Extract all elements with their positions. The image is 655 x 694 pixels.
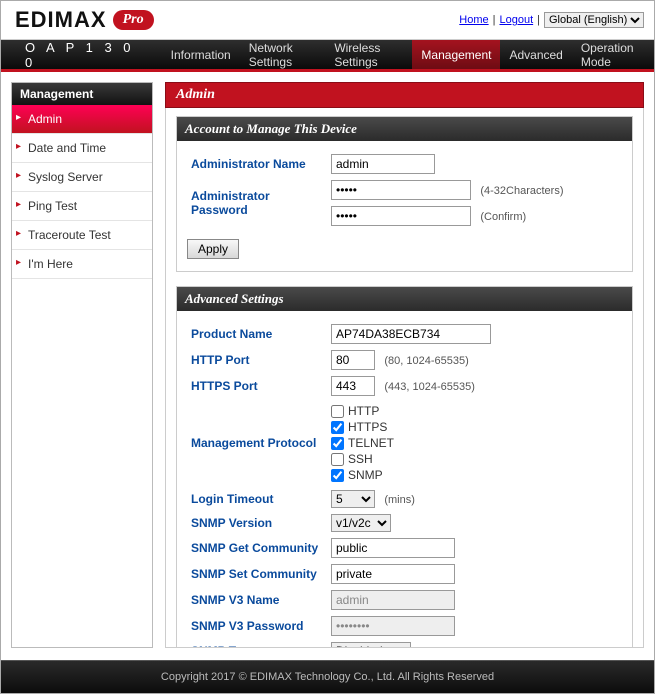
brand-text: EDIMAX bbox=[15, 7, 107, 33]
chevron-right-icon: ▸ bbox=[16, 228, 21, 239]
account-form: Administrator Name Administrator Passwor… bbox=[187, 151, 622, 229]
management-protocol-label: Management Protocol bbox=[187, 399, 327, 487]
sidebar-item-syslog[interactable]: ▸ Syslog Server bbox=[12, 163, 152, 192]
top-links: Home | Logout | Global (English) bbox=[459, 12, 644, 28]
sidebar-item-ping[interactable]: ▸ Ping Test bbox=[12, 192, 152, 221]
nav-items: Information Network Settings Wireless Se… bbox=[162, 40, 654, 69]
main-nav: O A P 1 3 0 0 Information Network Settin… bbox=[1, 40, 654, 72]
separator: | bbox=[493, 14, 496, 26]
chevron-right-icon: ▸ bbox=[16, 170, 21, 181]
snmp-v3-name-label: SNMP V3 Name bbox=[187, 587, 327, 613]
chevron-right-icon: ▸ bbox=[16, 112, 21, 123]
https-port-label: HTTPS Port bbox=[187, 373, 327, 399]
proto-snmp-label: SNMP bbox=[348, 468, 383, 482]
proto-ssh-label: SSH bbox=[348, 452, 373, 466]
proto-http-label: HTTP bbox=[348, 404, 379, 418]
section-title: Account to Manage This Device bbox=[177, 117, 632, 141]
section-title: Advanced Settings bbox=[177, 287, 632, 311]
admin-name-input[interactable] bbox=[331, 154, 435, 174]
http-port-hint: (80, 1024-65535) bbox=[384, 355, 468, 367]
sidebar-item-label: Date and Time bbox=[28, 141, 106, 155]
sidebar-item-label: Admin bbox=[28, 112, 62, 126]
footer: Copyright 2017 © EDIMAX Technology Co., … bbox=[1, 660, 654, 693]
password-confirm-hint: (Confirm) bbox=[480, 211, 526, 223]
admin-password-input[interactable] bbox=[331, 180, 471, 200]
scroll-area[interactable]: Account to Manage This Device Administra… bbox=[165, 108, 644, 648]
account-section: Account to Manage This Device Administra… bbox=[176, 116, 633, 272]
nav-advanced[interactable]: Advanced bbox=[500, 40, 571, 69]
advanced-section: Advanced Settings Product Name HTTP Port bbox=[176, 286, 633, 648]
snmp-set-community-label: SNMP Set Community bbox=[187, 561, 327, 587]
home-link[interactable]: Home bbox=[459, 14, 488, 26]
snmp-get-community-input[interactable] bbox=[331, 538, 455, 558]
proto-https-checkbox[interactable] bbox=[331, 421, 344, 434]
chevron-right-icon: ▸ bbox=[16, 141, 21, 152]
content: Admin Account to Manage This Device Admi… bbox=[165, 82, 644, 648]
snmp-v3-password-input bbox=[331, 616, 455, 636]
snmp-trap-select[interactable]: Disabled bbox=[331, 642, 411, 648]
sidebar-item-datetime[interactable]: ▸ Date and Time bbox=[12, 134, 152, 163]
language-select[interactable]: Global (English) bbox=[544, 12, 644, 28]
admin-password-label: Administrator Password bbox=[187, 177, 327, 229]
https-port-input[interactable] bbox=[331, 376, 375, 396]
topbar: EDIMAX Pro Home | Logout | Global (Engli… bbox=[1, 1, 654, 40]
proto-http-checkbox[interactable] bbox=[331, 405, 344, 418]
logout-link[interactable]: Logout bbox=[499, 14, 533, 26]
advanced-form: Product Name HTTP Port (80, 1024-65535) bbox=[187, 321, 622, 648]
nav-wireless-settings[interactable]: Wireless Settings bbox=[325, 40, 412, 69]
admin-name-label: Administrator Name bbox=[187, 151, 327, 177]
snmp-v3-name-input bbox=[331, 590, 455, 610]
proto-ssh-checkbox[interactable] bbox=[331, 453, 344, 466]
product-name-input[interactable] bbox=[331, 324, 491, 344]
page-title: Admin bbox=[165, 82, 644, 108]
snmp-trap-label: SNMP Trap bbox=[187, 639, 327, 648]
chevron-right-icon: ▸ bbox=[16, 257, 21, 268]
snmp-version-label: SNMP Version bbox=[187, 511, 327, 535]
device-model: O A P 1 3 0 0 bbox=[1, 40, 162, 69]
login-timeout-label: Login Timeout bbox=[187, 487, 327, 511]
nav-operation-mode[interactable]: Operation Mode bbox=[572, 40, 654, 69]
sidebar-item-label: Syslog Server bbox=[28, 170, 103, 184]
separator: | bbox=[537, 14, 540, 26]
sidebar: Management ▸ Admin ▸ Date and Time ▸ Sys… bbox=[11, 82, 153, 648]
sidebar-item-admin[interactable]: ▸ Admin bbox=[12, 105, 152, 134]
sidebar-item-traceroute[interactable]: ▸ Traceroute Test bbox=[12, 221, 152, 250]
snmp-get-community-label: SNMP Get Community bbox=[187, 535, 327, 561]
http-port-label: HTTP Port bbox=[187, 347, 327, 373]
snmp-set-community-input[interactable] bbox=[331, 564, 455, 584]
nav-information[interactable]: Information bbox=[162, 40, 240, 69]
snmp-version-select[interactable]: v1/v2c bbox=[331, 514, 391, 532]
brand-pro-badge: Pro bbox=[113, 10, 154, 30]
login-timeout-hint: (mins) bbox=[384, 494, 415, 506]
sidebar-item-label: Traceroute Test bbox=[28, 228, 111, 242]
proto-telnet-label: TELNET bbox=[348, 436, 394, 450]
chevron-right-icon: ▸ bbox=[16, 199, 21, 210]
nav-network-settings[interactable]: Network Settings bbox=[240, 40, 326, 69]
copyright-text: Copyright 2017 © EDIMAX Technology Co., … bbox=[161, 671, 494, 683]
https-port-hint: (443, 1024-65535) bbox=[384, 381, 475, 393]
brand-logo: EDIMAX Pro bbox=[15, 7, 154, 33]
proto-snmp-checkbox[interactable] bbox=[331, 469, 344, 482]
proto-telnet-checkbox[interactable] bbox=[331, 437, 344, 450]
login-timeout-select[interactable]: 5 bbox=[331, 490, 375, 508]
proto-https-label: HTTPS bbox=[348, 420, 387, 434]
page-root: EDIMAX Pro Home | Logout | Global (Engli… bbox=[0, 0, 655, 694]
sidebar-item-label: I'm Here bbox=[28, 257, 73, 271]
password-hint: (4-32Characters) bbox=[480, 185, 563, 197]
sidebar-title: Management bbox=[12, 83, 152, 105]
sidebar-item-imhere[interactable]: ▸ I'm Here bbox=[12, 250, 152, 279]
product-name-label: Product Name bbox=[187, 321, 327, 347]
snmp-v3-password-label: SNMP V3 Password bbox=[187, 613, 327, 639]
sidebar-item-label: Ping Test bbox=[28, 199, 77, 213]
http-port-input[interactable] bbox=[331, 350, 375, 370]
apply-button[interactable]: Apply bbox=[187, 239, 239, 259]
body: Management ▸ Admin ▸ Date and Time ▸ Sys… bbox=[1, 72, 654, 660]
admin-password-confirm-input[interactable] bbox=[331, 206, 471, 226]
nav-management[interactable]: Management bbox=[412, 40, 500, 69]
